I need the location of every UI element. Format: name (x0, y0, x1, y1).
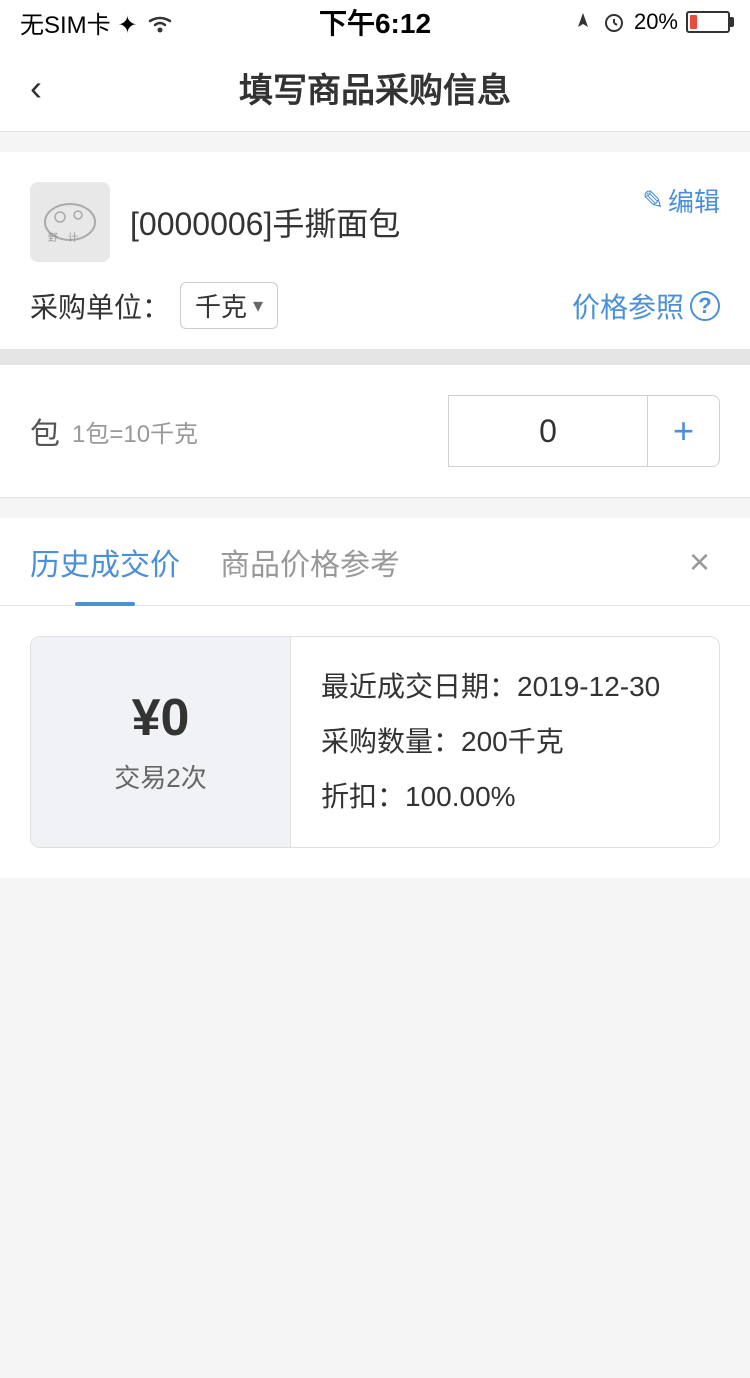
quantity-row: 包 1包=10千克 + (0, 365, 750, 498)
history-card: ¥0 交易2次 最近成交日期：2019-12-30 采购数量：200千克 折扣：… (30, 636, 720, 848)
history-content: ¥0 交易2次 最近成交日期：2019-12-30 采购数量：200千克 折扣：… (0, 606, 750, 878)
bottom-area (0, 878, 750, 1378)
purchase-quantity-value: 200千克 (461, 726, 564, 757)
history-card-right: 最近成交日期：2019-12-30 采购数量：200千克 折扣：100.00% (291, 637, 719, 847)
status-left: 无SIM卡 ✦ (20, 5, 175, 40)
status-bar: 无SIM卡 ✦ 下午6:12 20% (0, 0, 750, 44)
tab-product-price-label: 商品价格参考 (220, 540, 400, 584)
status-right: 20% (572, 9, 730, 35)
status-time: 下午6:12 (319, 2, 431, 42)
product-card: 野 计 [0000006]手撕面包 ✎ 编辑 采购单位： 千克 ▾ 价格参照 ? (0, 152, 750, 349)
product-header: 野 计 [0000006]手撕面包 ✎ 编辑 (30, 182, 720, 262)
discount-label: 折扣： (321, 781, 405, 812)
location-icon (572, 11, 594, 33)
tab-header: 历史成交价 商品价格参考 × (0, 518, 750, 606)
back-button[interactable]: ‹ (30, 57, 52, 119)
alarm-icon (602, 11, 626, 33)
quantity-plus-button[interactable]: + (648, 395, 720, 467)
discount-row: 折扣：100.00% (321, 777, 689, 816)
quantity-hint: 1包=10千克 (72, 414, 198, 449)
nav-bar: ‹ 填写商品采购信息 (0, 44, 750, 132)
battery-fill (690, 15, 697, 29)
unit-left: 采购单位： 千克 ▾ (30, 282, 278, 329)
quantity-unit: 包 (30, 409, 60, 453)
dropdown-arrow-icon: ▾ (253, 293, 263, 318)
history-card-left: ¥0 交易2次 (31, 637, 291, 847)
battery-icon (686, 11, 730, 33)
section-divider (0, 349, 750, 365)
unit-select[interactable]: 千克 ▾ (180, 282, 278, 329)
tab-product-price[interactable]: 商品价格参考 (220, 518, 400, 606)
product-left: 野 计 [0000006]手撕面包 (30, 182, 400, 262)
tab-items: 历史成交价 商品价格参考 (30, 518, 400, 606)
svg-text:计: 计 (68, 231, 78, 244)
tab-section: 历史成交价 商品价格参考 × ¥0 交易2次 最近成交日期：2019-12-30… (0, 518, 750, 878)
unit-label: 采购单位： (30, 286, 170, 326)
question-icon: ? (690, 291, 720, 321)
edit-icon: ✎ (642, 185, 664, 216)
price-reference-button[interactable]: 价格参照 ? (572, 286, 720, 326)
quantity-input[interactable] (448, 395, 648, 467)
quantity-input-group: + (448, 395, 720, 467)
purchase-quantity-label: 采购数量： (321, 726, 461, 757)
last-transaction-date: 2019-12-30 (517, 671, 660, 702)
product-name: [0000006]手撕面包 (130, 199, 400, 245)
last-transaction-label: 最近成交日期： (321, 671, 517, 702)
wifi-icon (145, 11, 175, 33)
tab-history-price-label: 历史成交价 (30, 540, 180, 584)
tab-close-button[interactable]: × (679, 531, 720, 593)
quantity-label: 包 1包=10千克 (30, 409, 198, 453)
product-unit-row: 采购单位： 千克 ▾ 价格参照 ? (30, 282, 720, 329)
tab-history-price[interactable]: 历史成交价 (30, 518, 180, 606)
page-title: 填写商品采购信息 (239, 63, 511, 112)
svg-text:野: 野 (48, 232, 58, 244)
product-thumbnail: 野 计 (30, 182, 110, 262)
battery-percent: 20% (634, 9, 678, 35)
carrier-label: 无SIM卡 ✦ (20, 5, 137, 40)
history-price: ¥0 (132, 688, 190, 748)
price-reference-label: 价格参照 (572, 286, 684, 326)
history-trades: 交易2次 (114, 758, 206, 795)
unit-value: 千克 (195, 287, 247, 324)
edit-button[interactable]: ✎ 编辑 (642, 182, 720, 219)
discount-value: 100.00% (405, 781, 516, 812)
edit-label: 编辑 (668, 182, 720, 219)
last-transaction-row: 最近成交日期：2019-12-30 (321, 667, 689, 706)
purchase-quantity-row: 采购数量：200千克 (321, 722, 689, 761)
